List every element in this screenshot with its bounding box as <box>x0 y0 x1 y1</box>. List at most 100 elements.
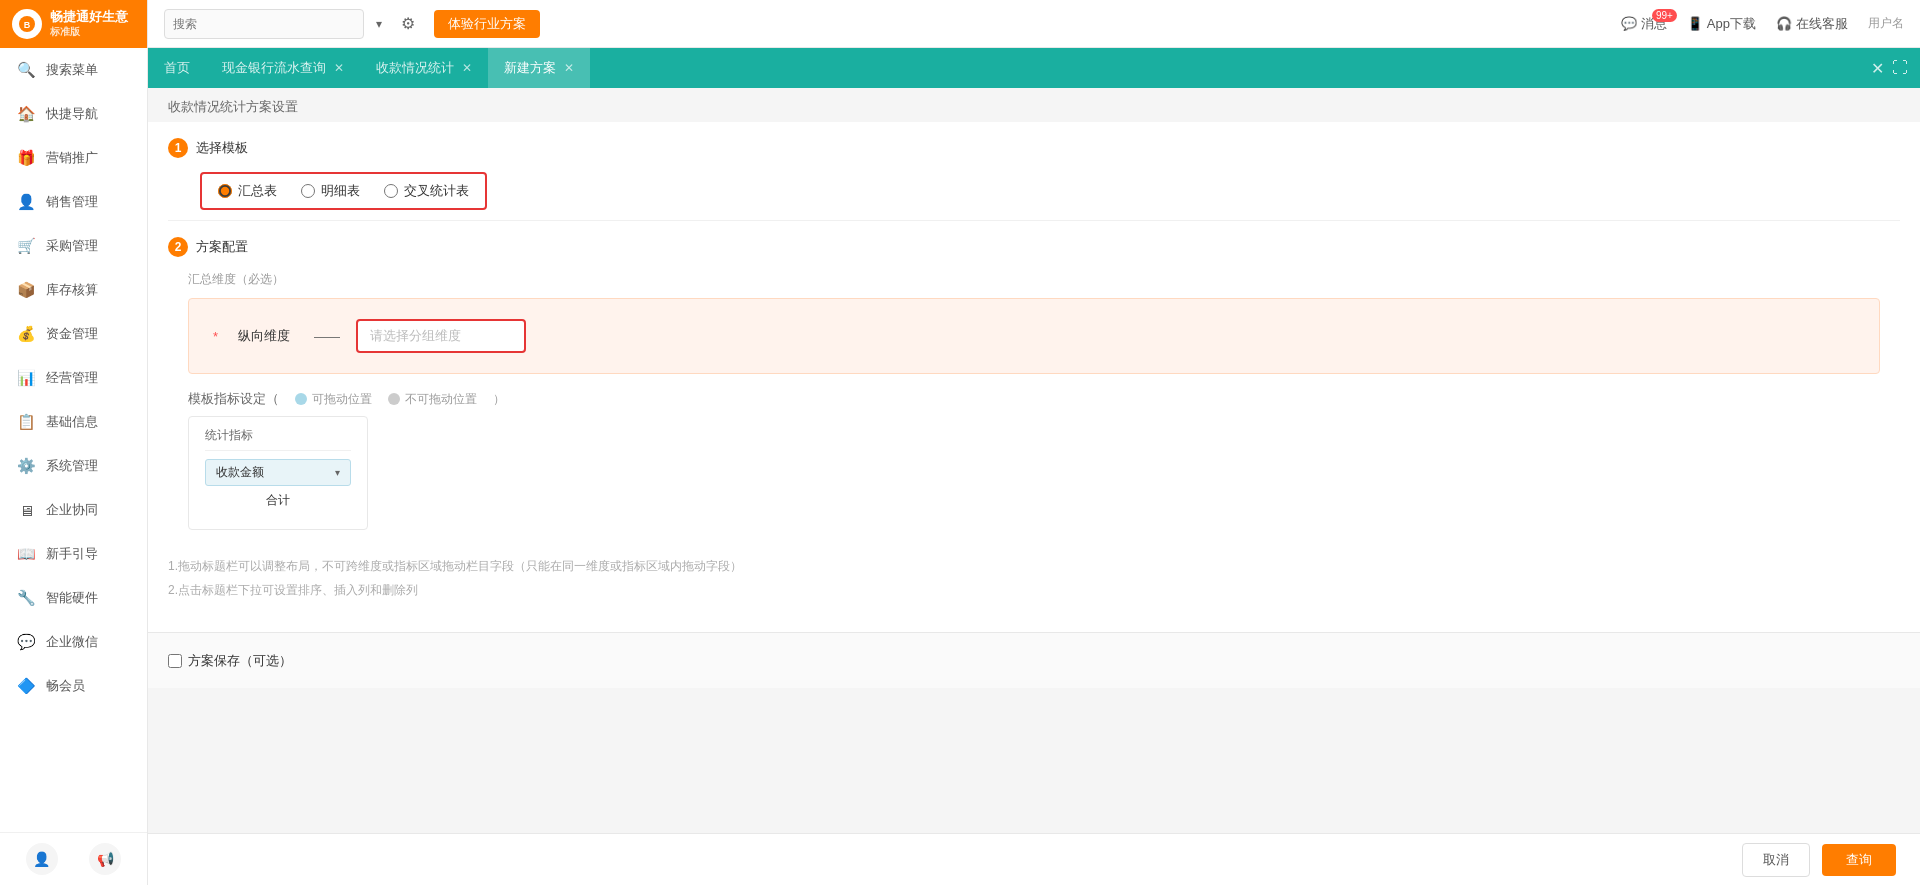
sales-icon: 👤 <box>16 192 36 212</box>
service-icon: 🎧 <box>1776 16 1792 31</box>
tab-payment-stats[interactable]: 收款情况统计 ✕ <box>360 48 488 88</box>
tab-new-plan[interactable]: 新建方案 ✕ <box>488 48 590 88</box>
quick-nav-icon: 🏠 <box>16 104 36 124</box>
sidebar-bottom-icon1[interactable]: 👤 <box>26 843 58 875</box>
basic-info-icon: 📋 <box>16 412 36 432</box>
tab-new-plan-close[interactable]: ✕ <box>564 61 574 75</box>
dimension-name-label: 纵向维度 <box>238 327 298 345</box>
system-icon: ⚙️ <box>16 456 36 476</box>
tab-bank-flow-close[interactable]: ✕ <box>334 61 344 75</box>
sidebar-item-member[interactable]: 🔷 畅会员 <box>0 664 147 708</box>
step2-title: 方案配置 <box>196 238 248 256</box>
purchase-icon: 🛒 <box>16 236 36 256</box>
main-area: ▾ ⚙ 体验行业方案 💬 消息 99+ 📱 App下载 🎧 在线客服 用户名 首… <box>148 0 1920 885</box>
sidebar-logo: B 畅捷通好生意 标准版 <box>0 0 147 48</box>
sidebar-item-quick-nav[interactable]: 🏠 快捷导航 <box>0 92 147 136</box>
save-checkbox[interactable] <box>168 654 182 668</box>
step2-header: 2 方案配置 <box>168 237 1900 257</box>
sidebar-item-purchase[interactable]: 🛒 采购管理 <box>0 224 147 268</box>
sidebar-item-search-menu[interactable]: 🔍 搜索菜单 <box>0 48 147 92</box>
radio-summary-input[interactable] <box>218 184 232 198</box>
sidebar-item-marketing[interactable]: 🎁 营销推广 <box>0 136 147 180</box>
footer: 方案保存（可选） <box>148 632 1920 688</box>
trial-button[interactable]: 体验行业方案 <box>434 10 540 38</box>
radio-detail[interactable]: 明细表 <box>301 182 360 200</box>
stats-tag-payment[interactable]: 收款金额 ▾ <box>205 459 351 486</box>
sidebar-bottom-icon2[interactable]: 📢 <box>89 843 121 875</box>
query-button[interactable]: 查询 <box>1822 844 1896 876</box>
content-area: 收款情况统计方案设置 1 选择模板 汇总表 明 <box>148 88 1920 833</box>
cancel-button[interactable]: 取消 <box>1742 843 1810 877</box>
logo-icon: B <box>12 9 42 39</box>
step2-content: 汇总维度（必选） * 纵向维度 —— 请选择分组维度 <box>168 271 1900 530</box>
sidebar-item-corp[interactable]: 🖥 企业协同 <box>0 488 147 532</box>
radio-cross-input[interactable] <box>384 184 398 198</box>
sidebar-item-label: 智能硬件 <box>46 589 98 607</box>
radio-detail-input[interactable] <box>301 184 315 198</box>
step1-section: 1 选择模板 汇总表 明细表 <box>148 122 1920 220</box>
sidebar-item-label: 新手引导 <box>46 545 98 563</box>
online-service-button[interactable]: 🎧 在线客服 <box>1776 15 1848 33</box>
radio-summary[interactable]: 汇总表 <box>218 182 277 200</box>
tip2: 2.点击标题栏下拉可设置排序、插入列和删除列 <box>168 578 1900 602</box>
inventory-icon: 📦 <box>16 280 36 300</box>
topbar: ▾ ⚙ 体验行业方案 💬 消息 99+ 📱 App下载 🎧 在线客服 用户名 <box>148 0 1920 48</box>
tab-bank-flow-label: 现金银行流水查询 <box>222 59 326 77</box>
search-input[interactable] <box>164 9 364 39</box>
tabbar-controls: ✕ ⛶ <box>1871 59 1920 78</box>
dimension-area: * 纵向维度 —— 请选择分组维度 <box>188 298 1880 374</box>
step2-section: 2 方案配置 汇总维度（必选） * 纵向维度 —— <box>148 221 1920 540</box>
member-icon: 🔷 <box>16 676 36 696</box>
sidebar-item-wechat[interactable]: 💬 企业微信 <box>0 620 147 664</box>
tab-close-all-icon[interactable]: ✕ <box>1871 59 1884 78</box>
sidebar-item-finance[interactable]: 💰 资金管理 <box>0 312 147 356</box>
sidebar-item-smart-hw[interactable]: 🔧 智能硬件 <box>0 576 147 620</box>
step2-number: 2 <box>168 237 188 257</box>
radio-summary-label: 汇总表 <box>238 182 277 200</box>
sidebar-item-newbie[interactable]: 📖 新手引导 <box>0 532 147 576</box>
user-info: 用户名 <box>1868 15 1904 32</box>
finance-icon: 💰 <box>16 324 36 344</box>
sidebar-item-label: 营销推广 <box>46 149 98 167</box>
sidebar-item-label: 畅会员 <box>46 677 85 695</box>
sidebar-item-label: 快捷导航 <box>46 105 98 123</box>
sidebar-item-label: 销售管理 <box>46 193 98 211</box>
stats-total: 合计 <box>205 488 351 513</box>
tab-payment-stats-label: 收款情况统计 <box>376 59 454 77</box>
tab-payment-stats-close[interactable]: ✕ <box>462 61 472 75</box>
sidebar-item-system[interactable]: ⚙️ 系统管理 <box>0 444 147 488</box>
tab-home[interactable]: 首页 <box>148 48 206 88</box>
radio-cross-label: 交叉统计表 <box>404 182 469 200</box>
sidebar-item-label: 资金管理 <box>46 325 98 343</box>
tabbar: 首页 现金银行流水查询 ✕ 收款情况统计 ✕ 新建方案 ✕ ✕ ⛶ <box>148 48 1920 88</box>
save-label: 方案保存（可选） <box>188 652 292 670</box>
dimension-arrow: —— <box>314 329 340 344</box>
radio-detail-label: 明细表 <box>321 182 360 200</box>
tab-expand-icon[interactable]: ⛶ <box>1892 59 1908 77</box>
tips-section: 1.拖动标题栏可以调整布局，不可跨维度或指标区域拖动栏目字段（只能在同一维度或指… <box>148 540 1920 612</box>
gear-icon[interactable]: ⚙ <box>394 10 422 38</box>
chevron-down-icon[interactable]: ▾ <box>376 17 382 31</box>
message-badge: 99+ <box>1652 9 1677 22</box>
sidebar-item-basic-info[interactable]: 📋 基础信息 <box>0 400 147 444</box>
save-checkbox-label[interactable]: 方案保存（可选） <box>168 652 292 670</box>
app-icon: 📱 <box>1687 16 1703 31</box>
wechat-icon: 💬 <box>16 632 36 652</box>
dimension-select[interactable]: 请选择分组维度 <box>356 319 526 353</box>
tab-new-plan-label: 新建方案 <box>504 59 556 77</box>
corp-icon: 🖥 <box>16 500 36 520</box>
search-menu-icon: 🔍 <box>16 60 36 80</box>
operations-icon: 📊 <box>16 368 36 388</box>
sidebar-item-inventory[interactable]: 📦 库存核算 <box>0 268 147 312</box>
sidebar-item-sales[interactable]: 👤 销售管理 <box>0 180 147 224</box>
message-button[interactable]: 💬 消息 99+ <box>1621 15 1667 33</box>
legend-movable: 可拖动位置 <box>295 391 372 408</box>
radio-cross[interactable]: 交叉统计表 <box>384 182 469 200</box>
sidebar-item-operations[interactable]: 📊 经营管理 <box>0 356 147 400</box>
tab-bank-flow[interactable]: 现金银行流水查询 ✕ <box>206 48 360 88</box>
template-options: 汇总表 明细表 交叉统计表 <box>200 172 487 210</box>
app-download-button[interactable]: 📱 App下载 <box>1687 15 1756 33</box>
topbar-right: 💬 消息 99+ 📱 App下载 🎧 在线客服 用户名 <box>1621 15 1904 33</box>
step1-header: 1 选择模板 <box>168 138 1900 158</box>
service-label: 在线客服 <box>1796 15 1848 33</box>
